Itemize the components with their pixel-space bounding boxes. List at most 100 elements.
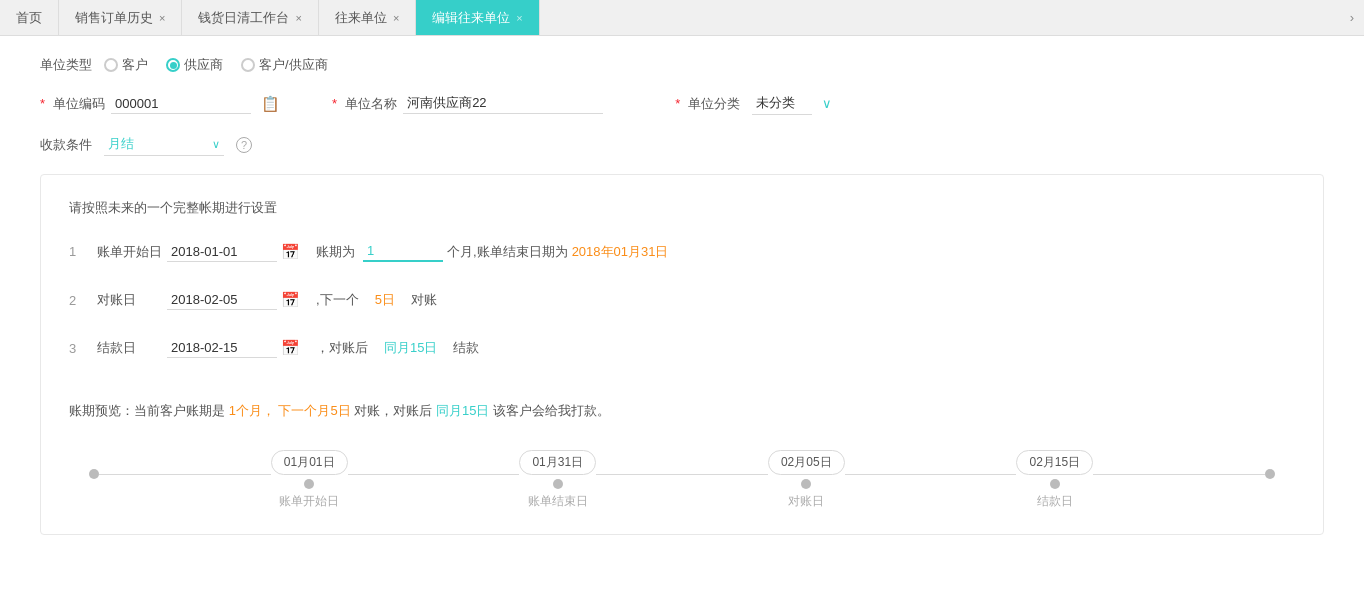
tab-contacts[interactable]: 往来单位 ×	[319, 0, 416, 35]
timeline-left-end	[89, 450, 99, 479]
timeline-right-dot	[1265, 469, 1275, 479]
payment-arrow: ∨	[212, 138, 220, 151]
radio-circle-both	[241, 58, 255, 72]
row-reconcile-date: 2 对账日 📅 ,下一个 5日 对账	[69, 290, 1295, 310]
timeline-item-1: 01月01日 账单开始日	[271, 450, 348, 510]
reconcile-date-calendar-icon[interactable]: 📅	[281, 291, 300, 309]
tab-edit-contacts[interactable]: 编辑往来单位 ×	[416, 0, 539, 35]
timeline-label-1: 账单开始日	[279, 493, 339, 510]
unit-code-label: 单位编码	[53, 95, 105, 113]
payment-row: 收款条件 月结 ∨ ?	[40, 133, 1324, 156]
payment-select[interactable]: 月结 ∨	[104, 133, 224, 156]
timeline-dot-2	[553, 479, 563, 489]
preview-p1: 1个月，	[229, 403, 275, 418]
period-input[interactable]	[363, 241, 443, 262]
unit-type-radio-group: 客户 供应商 客户/供应商	[104, 56, 328, 74]
timeline-line-3	[596, 474, 768, 475]
tab-close-contacts[interactable]: ×	[393, 12, 399, 24]
unit-name-input[interactable]	[403, 94, 603, 114]
radio-supplier[interactable]: 供应商	[166, 56, 223, 74]
payment-label: 收款条件	[40, 136, 92, 154]
unit-code-star: *	[40, 96, 45, 111]
preview-label: 账期预览：当前客户账期是	[69, 403, 225, 418]
tab-close-cash-work[interactable]: ×	[295, 12, 301, 24]
unit-code-group: * 单位编码 📋	[40, 94, 280, 114]
timeline-dot-4	[1050, 479, 1060, 489]
unit-code-icon[interactable]: 📋	[261, 95, 280, 113]
unit-info-row: * 单位编码 📋 * 单位名称 * 单位分类 未分类 ∨	[40, 92, 1324, 115]
radio-customer[interactable]: 客户	[104, 56, 148, 74]
reconcile-desc-suffix: 对账	[411, 291, 437, 309]
timeline-item-2: 01月31日 账单结束日	[519, 450, 596, 510]
payment-date-input[interactable]	[167, 338, 277, 358]
timeline-right-end	[1265, 450, 1275, 479]
payment-help-icon[interactable]: ?	[236, 137, 252, 153]
timeline-line-2	[348, 474, 520, 475]
row-num-3: 3	[69, 341, 97, 356]
radio-both[interactable]: 客户/供应商	[241, 56, 328, 74]
preview-p5: 该客户会给我打款。	[493, 403, 610, 418]
timeline-label-3: 对账日	[788, 493, 824, 510]
tab-more-button[interactable]: ›	[1340, 0, 1364, 35]
row-num-1: 1	[69, 244, 97, 259]
payment-desc-highlight: 同月15日	[384, 339, 437, 357]
reconcile-date-input[interactable]	[167, 290, 277, 310]
section-title: 请按照未来的一个完整帐期进行设置	[69, 199, 1295, 217]
payment-date-calendar-icon[interactable]: 📅	[281, 339, 300, 357]
reconcile-desc-highlight: 5日	[375, 291, 395, 309]
row-label-start: 账单开始日	[97, 243, 167, 261]
timeline-left-dot	[89, 469, 99, 479]
timeline-badge-1: 01月01日	[271, 450, 348, 475]
unit-cat-group: * 单位分类 未分类 ∨	[675, 92, 832, 115]
unit-cat-star: *	[675, 96, 680, 111]
payment-value: 月结	[108, 135, 208, 153]
timeline-dot-1	[304, 479, 314, 489]
timeline-badge-2: 01月31日	[519, 450, 596, 475]
timeline-label-2: 账单结束日	[528, 493, 588, 510]
unit-cat-arrow[interactable]: ∨	[822, 96, 832, 111]
timeline-dot-3	[801, 479, 811, 489]
timeline-badge-3: 02月05日	[768, 450, 845, 475]
tab-close-sales-history[interactable]: ×	[159, 12, 165, 24]
timeline-label-4: 结款日	[1037, 493, 1073, 510]
preview-section: 账期预览：当前客户账期是 1个月， 下一个月5日 对账，对账后 同月15日 该客…	[69, 386, 1295, 510]
radio-circle-supplier	[166, 58, 180, 72]
timeline-badge-4: 02月15日	[1016, 450, 1093, 475]
unit-cat-label: 单位分类	[688, 95, 740, 113]
page-content: 单位类型 客户 供应商 客户/供应商 * 单位编码 📋 * 单位名称	[0, 36, 1364, 608]
tab-close-edit-contacts[interactable]: ×	[516, 12, 522, 24]
unit-name-star: *	[332, 96, 337, 111]
preview-p4: 同月15日	[436, 403, 489, 418]
timeline-line-5	[1093, 474, 1265, 475]
radio-circle-customer	[104, 58, 118, 72]
timeline: 01月01日 账单开始日 01月31日 账单结束日 02月05日 对账日	[69, 450, 1295, 510]
payment-desc-prefix: ，对账后	[316, 339, 368, 357]
timeline-item-4: 02月15日 结款日	[1016, 450, 1093, 510]
row-num-2: 2	[69, 293, 97, 308]
timeline-line-1	[99, 474, 271, 475]
timeline-line-4	[845, 474, 1017, 475]
period-label: 账期为	[316, 243, 355, 261]
unit-name-label: 单位名称	[345, 95, 397, 113]
start-date-input[interactable]	[167, 242, 277, 262]
unit-type-row: 单位类型 客户 供应商 客户/供应商	[40, 56, 1324, 74]
preview-p2: 下一个月5日	[278, 403, 350, 418]
period-unit: 个月,账单结束日期为	[447, 243, 568, 261]
start-date-calendar-icon[interactable]: 📅	[281, 243, 300, 261]
row-label-reconcile: 对账日	[97, 291, 167, 309]
preview-p3: 对账，对账后	[354, 403, 432, 418]
reconcile-desc-prefix: ,下一个	[316, 291, 359, 309]
period-end-date: 2018年01月31日	[572, 243, 669, 261]
unit-code-input[interactable]	[111, 94, 251, 114]
tabs-bar: 首页 销售订单历史 × 钱货日清工作台 × 往来单位 × 编辑往来单位 × ›	[0, 0, 1364, 36]
tab-sales-history[interactable]: 销售订单历史 ×	[59, 0, 182, 35]
timeline-item-3: 02月05日 对账日	[768, 450, 845, 510]
preview-text: 账期预览：当前客户账期是 1个月， 下一个月5日 对账，对账后 同月15日 该客…	[69, 402, 1295, 420]
row-payment-date: 3 结款日 📅 ，对账后 同月15日 结款	[69, 338, 1295, 358]
tab-cash-work[interactable]: 钱货日清工作台 ×	[182, 0, 318, 35]
unit-cat-value: 未分类	[752, 92, 812, 115]
tab-home[interactable]: 首页	[0, 0, 59, 35]
row-label-payment: 结款日	[97, 339, 167, 357]
settings-section: 请按照未来的一个完整帐期进行设置 1 账单开始日 📅 账期为 个月,账单结束日期…	[40, 174, 1324, 535]
unit-name-group: * 单位名称	[332, 94, 603, 114]
